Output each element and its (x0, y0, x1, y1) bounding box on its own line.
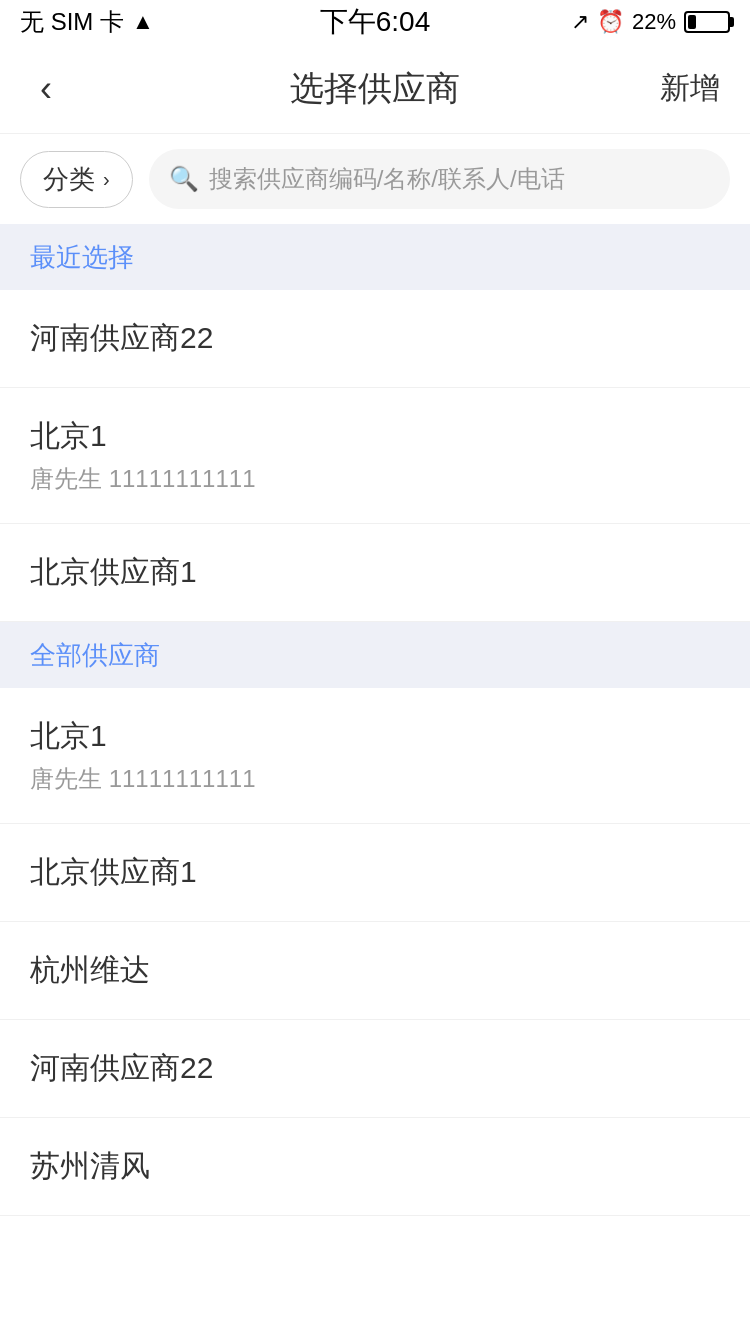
back-button[interactable]: ‹ (30, 58, 62, 120)
battery-fill (688, 15, 696, 29)
list-item[interactable]: 河南供应商22 (0, 1020, 750, 1118)
supplier-name: 北京1 (30, 716, 720, 757)
supplier-name: 杭州维达 (30, 950, 720, 991)
all-section-header: 全部供应商 (0, 622, 750, 688)
battery-icon (684, 11, 730, 33)
recent-items-list: 河南供应商22 北京1 唐先生 11111111111 北京供应商1 (0, 290, 750, 622)
category-filter[interactable]: 分类 › (20, 151, 133, 208)
all-section-label: 全部供应商 (30, 638, 160, 673)
supplier-name: 北京1 (30, 416, 720, 457)
page-title: 选择供应商 (290, 66, 460, 112)
search-box[interactable]: 🔍 搜索供应商编码/名称/联系人/电话 (149, 149, 730, 209)
alarm-icon: ⏰ (597, 9, 624, 35)
status-time: 下午6:04 (320, 3, 431, 41)
supplier-name: 北京供应商1 (30, 552, 720, 593)
filter-bar: 分类 › 🔍 搜索供应商编码/名称/联系人/电话 (0, 134, 750, 224)
supplier-name: 北京供应商1 (30, 852, 720, 893)
recent-section-header: 最近选择 (0, 224, 750, 290)
list-item[interactable]: 北京供应商1 (0, 824, 750, 922)
carrier-text: 无 SIM 卡 (20, 6, 124, 38)
battery-percent: 22% (632, 9, 676, 35)
supplier-name: 苏州清风 (30, 1146, 720, 1187)
location-icon: ↗ (571, 9, 589, 35)
supplier-sub: 唐先生 11111111111 (30, 463, 720, 495)
list-item[interactable]: 河南供应商22 (0, 290, 750, 388)
recent-section-label: 最近选择 (30, 240, 134, 275)
all-items-list: 北京1 唐先生 11111111111 北京供应商1 杭州维达 河南供应商22 … (0, 688, 750, 1216)
list-item[interactable]: 杭州维达 (0, 922, 750, 1020)
chevron-right-icon: › (103, 168, 110, 191)
list-item[interactable]: 北京1 唐先生 11111111111 (0, 388, 750, 524)
wifi-icon: ▲ (132, 9, 154, 35)
nav-bar: ‹ 选择供应商 新增 (0, 44, 750, 134)
list-item[interactable]: 北京1 唐先生 11111111111 (0, 688, 750, 824)
search-icon: 🔍 (169, 165, 199, 193)
category-label: 分类 (43, 162, 95, 197)
status-left: 无 SIM 卡 ▲ (20, 6, 154, 38)
add-button[interactable]: 新增 (660, 68, 720, 109)
supplier-sub: 唐先生 11111111111 (30, 763, 720, 795)
supplier-name: 河南供应商22 (30, 1048, 720, 1089)
status-right: ↗ ⏰ 22% (571, 9, 730, 35)
status-bar: 无 SIM 卡 ▲ 下午6:04 ↗ ⏰ 22% (0, 0, 750, 44)
list-item[interactable]: 苏州清风 (0, 1118, 750, 1216)
search-placeholder-text: 搜索供应商编码/名称/联系人/电话 (209, 163, 565, 195)
supplier-name: 河南供应商22 (30, 318, 720, 359)
list-item[interactable]: 北京供应商1 (0, 524, 750, 622)
